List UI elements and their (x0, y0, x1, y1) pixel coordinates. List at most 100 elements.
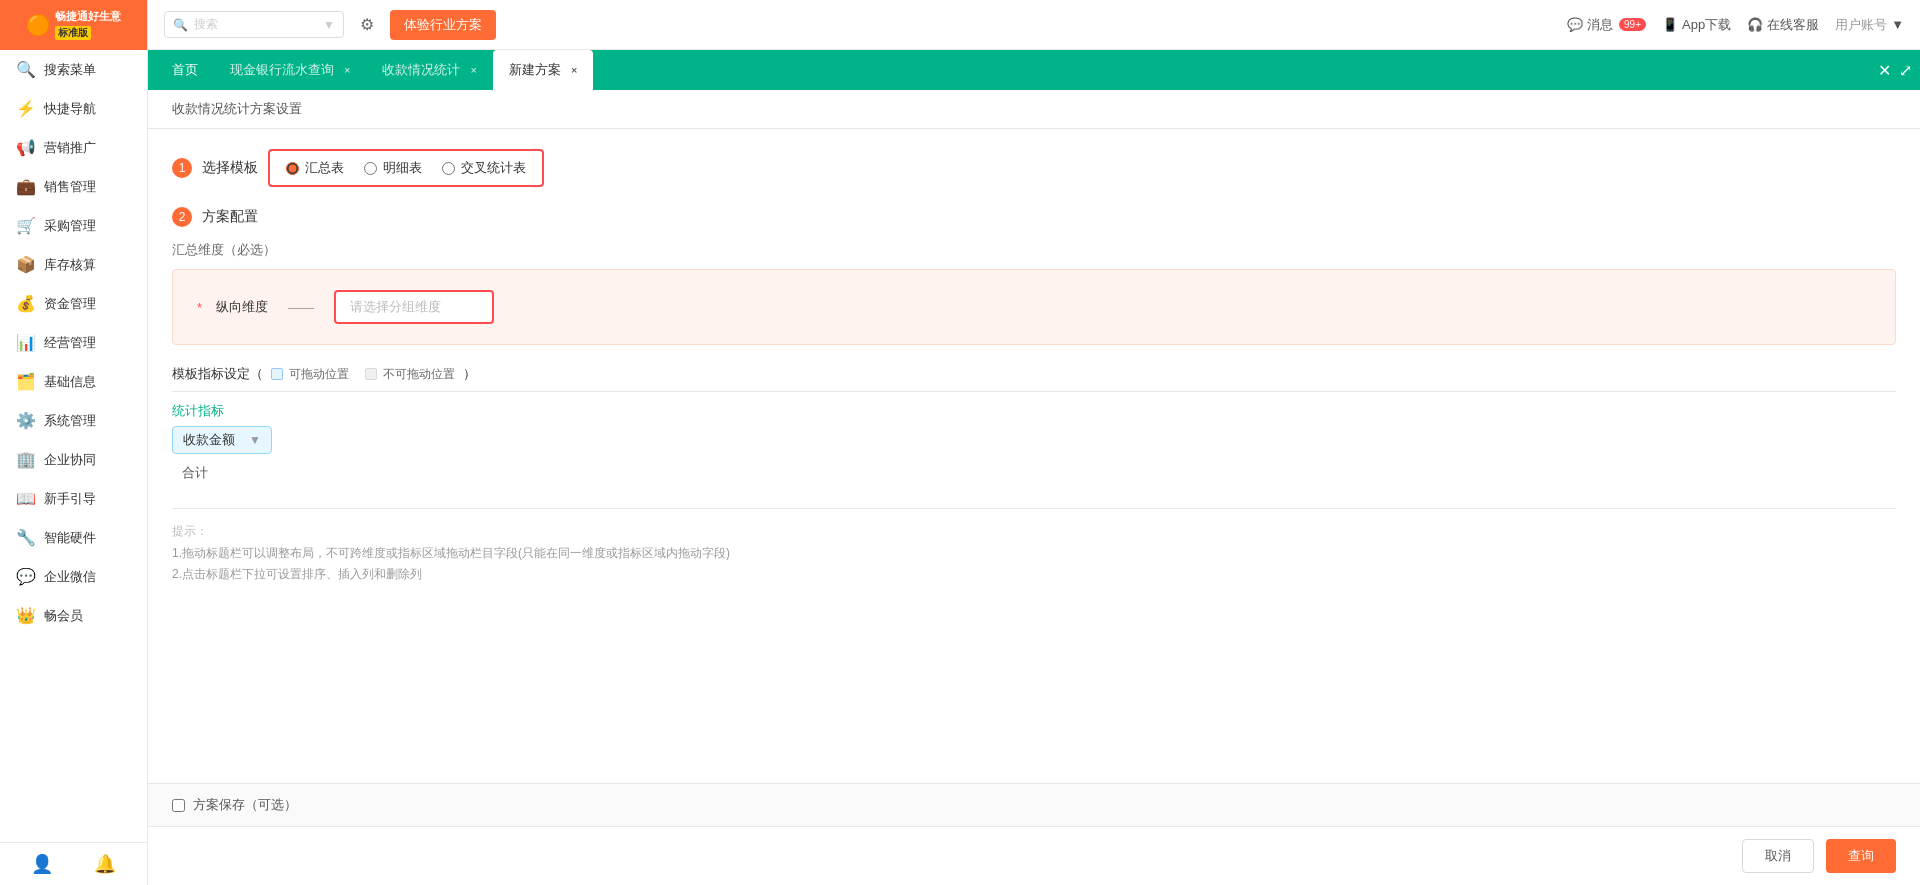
sidebar-item-9[interactable]: ⚙️系统管理 (0, 401, 147, 440)
sidebar-item-13[interactable]: 💬 企业微信 (0, 557, 147, 596)
download-label: App下载 (1682, 16, 1731, 34)
indicator-table: 统计指标 收款金额 ▼ 合计 (172, 402, 1896, 488)
logo-text: 畅捷通好生意 (55, 10, 121, 23)
sidebar-icon-0: 🔍 (16, 60, 36, 79)
user-label: 用户账号 (1835, 16, 1887, 34)
nondraggable-label: 不可拖动位置 (383, 366, 455, 383)
step1-section: 1 选择模板 汇总表 明细表 交叉统计表 (172, 149, 1896, 187)
hint2: 2.点击标题栏下拉可设置排序、插入列和删除列 (172, 564, 1896, 586)
step1-num: 1 (172, 158, 192, 178)
breadcrumb-text: 收款情况统计方案设置 (172, 101, 302, 116)
sidebar-icon-2: 📢 (16, 138, 36, 157)
indicator-tag-payment[interactable]: 收款金额 ▼ (172, 426, 272, 454)
radio-summary[interactable]: 汇总表 (286, 159, 344, 177)
step2-header: 2 方案配置 (172, 207, 1896, 227)
sidebar-icon-13: 💬 (16, 567, 36, 586)
sidebar-label-5: 库存核算 (44, 256, 96, 274)
tab-close-2[interactable]: × (470, 64, 476, 76)
form-area: 1 选择模板 汇总表 明细表 交叉统计表 (148, 129, 1920, 783)
tab-label-0: 首页 (172, 61, 198, 79)
sidebar-label-7: 经营管理 (44, 334, 96, 352)
tag-dropdown-icon[interactable]: ▼ (249, 433, 261, 447)
radio-detail-input[interactable] (364, 162, 377, 175)
notif-group[interactable]: 💬 消息 99+ (1567, 16, 1646, 34)
step1-title: 选择模板 (202, 159, 258, 177)
sidebar-item-10[interactable]: 🏢企业协同 (0, 440, 147, 479)
download-group[interactable]: 📱 App下载 (1662, 16, 1731, 34)
dimension-area: * 纵向维度 —— 请选择分组维度 (172, 269, 1896, 345)
query-button[interactable]: 查询 (1826, 839, 1896, 873)
sidebar-item-2[interactable]: 📢 营销推广 (0, 128, 147, 167)
radio-detail[interactable]: 明细表 (364, 159, 422, 177)
sidebar-bottom-icon2[interactable]: 🔔 (94, 853, 116, 875)
tab-label-2: 收款情况统计 (382, 61, 460, 79)
toggle-draggable: 可拖动位置 (271, 366, 349, 383)
tag-label: 收款金额 (183, 431, 235, 449)
trial-button[interactable]: 体验行业方案 (390, 10, 496, 40)
sidebar-label-0: 搜索菜单 (44, 61, 96, 79)
user-dropdown-icon: ▼ (1891, 17, 1904, 32)
sidebar-icon-5: 📦 (16, 255, 36, 274)
notif-label: 消息 (1587, 16, 1613, 34)
toggle-nondraggable: 不可拖动位置 (365, 366, 455, 383)
step2-section: 2 方案配置 汇总维度（必选） * 纵向维度 —— 请选择分组维度 (172, 207, 1896, 586)
sidebar-bottom-icon1[interactable]: 👤 (31, 853, 53, 875)
sidebar-item-4[interactable]: 🛒采购管理 (0, 206, 147, 245)
dropdown-icon: ▼ (323, 18, 335, 32)
sidebar-icon-10: 🏢 (16, 450, 36, 469)
tab-item-2[interactable]: 收款情况统计 × (366, 50, 492, 90)
stat-label: 统计指标 (172, 402, 1896, 420)
sidebar-label-13: 企业微信 (44, 568, 96, 586)
sidebar-bottom: 👤 🔔 (0, 842, 147, 885)
cancel-button[interactable]: 取消 (1742, 839, 1814, 873)
tab-item-1[interactable]: 现金银行流水查询× (214, 50, 366, 90)
gear-icon[interactable]: ⚙ (360, 15, 374, 34)
save-checkbox[interactable] (172, 799, 185, 812)
tab-bar-actions: ✕ ⤢ (1878, 61, 1912, 80)
indicator-close: ） (463, 365, 476, 383)
expand-icon[interactable]: ⤢ (1899, 61, 1912, 80)
header: 🔍 搜索 ▼ ⚙ 体验行业方案 💬 消息 99+ 📱 App下载 🎧 在线客服 … (148, 0, 1920, 50)
tab-item-3[interactable]: 新建方案× (493, 50, 593, 90)
sidebar-item-12[interactable]: 🔧智能硬件 (0, 518, 147, 557)
header-actions: 💬 消息 99+ 📱 App下载 🎧 在线客服 用户账号 ▼ (1567, 16, 1904, 34)
tab-item-0[interactable]: 首页 (156, 50, 214, 90)
sidebar-item-1[interactable]: ⚡快捷导航 (0, 89, 147, 128)
radio-cross-label: 交叉统计表 (461, 159, 526, 177)
template-radio-group: 汇总表 明细表 交叉统计表 (268, 149, 544, 187)
user-group[interactable]: 用户账号 ▼ (1835, 16, 1904, 34)
notif-badge: 99+ (1619, 18, 1646, 31)
tab-close-1[interactable]: × (344, 64, 350, 76)
sidebar-item-0[interactable]: 🔍 搜索菜单 (0, 50, 147, 89)
sidebar-label-14: 畅会员 (44, 607, 83, 625)
radio-summary-input[interactable] (286, 162, 299, 175)
sidebar-label-6: 资金管理 (44, 295, 96, 313)
sidebar-item-5[interactable]: 📦 库存核算 (0, 245, 147, 284)
radio-cross-input[interactable] (442, 162, 455, 175)
sidebar-label-2: 营销推广 (44, 139, 96, 157)
draggable-label: 可拖动位置 (289, 366, 349, 383)
service-group[interactable]: 🎧 在线客服 (1747, 16, 1819, 34)
tab-close-3[interactable]: × (571, 64, 577, 76)
indicator-header: 模板指标设定（ 可拖动位置 不可拖动位置 ） (172, 365, 1896, 392)
sidebar-label-4: 采购管理 (44, 217, 96, 235)
indicator-config-section: 模板指标设定（ 可拖动位置 不可拖动位置 ） 统计指标 (172, 365, 1896, 488)
radio-detail-label: 明细表 (383, 159, 422, 177)
sidebar-label-8: 基础信息 (44, 373, 96, 391)
sidebar-item-3[interactable]: 💼销售管理 (0, 167, 147, 206)
close-tab-icon[interactable]: ✕ (1878, 61, 1891, 80)
radio-cross[interactable]: 交叉统计表 (442, 159, 526, 177)
header-search[interactable]: 🔍 搜索 ▼ (164, 11, 344, 38)
sidebar-item-7[interactable]: 📊经营管理 (0, 323, 147, 362)
sidebar-item-6[interactable]: 💰资金管理 (0, 284, 147, 323)
sidebar-item-8[interactable]: 🗂️ 基础信息 (0, 362, 147, 401)
sidebar-item-11[interactable]: 📖新手引导 (0, 479, 147, 518)
tab-bar: 首页现金银行流水查询×收款情况统计×新建方案× ✕ ⤢ (148, 50, 1920, 90)
service-icon: 🎧 (1747, 17, 1763, 32)
sidebar-icon-12: 🔧 (16, 528, 36, 547)
group-dim-select[interactable]: 请选择分组维度 (334, 290, 494, 324)
sidebar-item-14[interactable]: 👑 畅会员 (0, 596, 147, 635)
sidebar-icon-14: 👑 (16, 606, 36, 625)
sidebar-icon-8: 🗂️ (16, 372, 36, 391)
logo-badge: 标准版 (55, 26, 91, 40)
